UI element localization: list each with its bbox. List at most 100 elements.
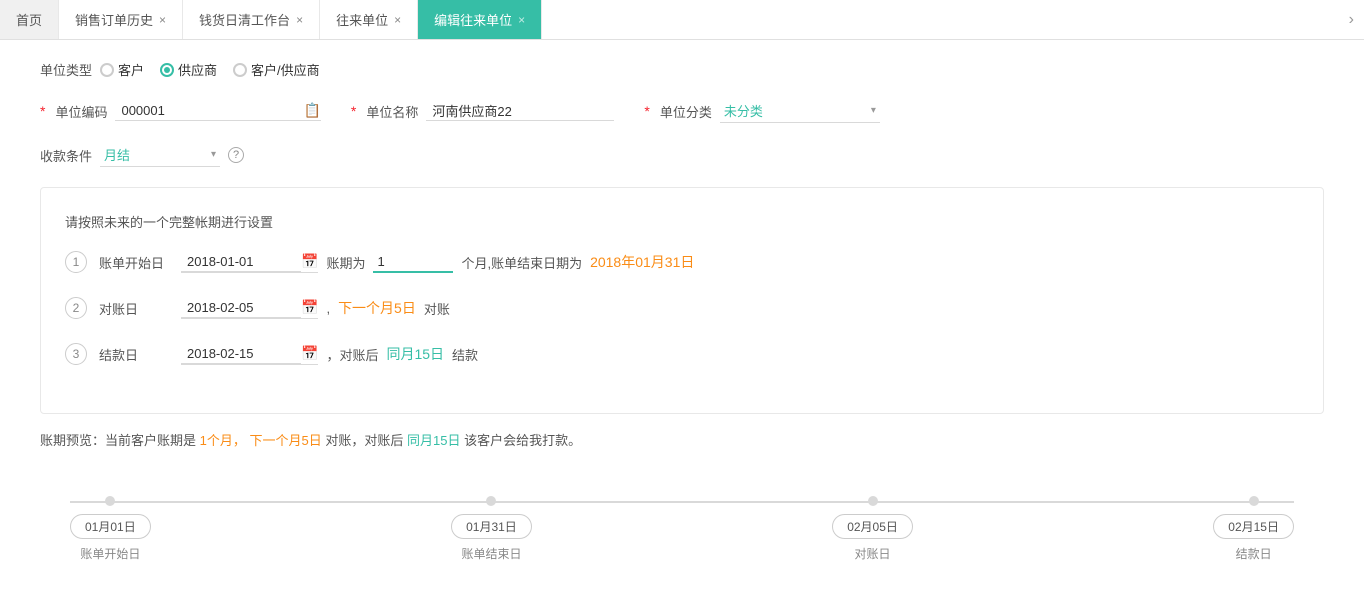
radio-supplier[interactable]: 供应商	[160, 60, 217, 79]
preview-end: 该客户会给我打款。	[464, 433, 581, 448]
tab-partner-close[interactable]: ×	[394, 13, 401, 27]
unit-name-input[interactable]	[426, 101, 614, 121]
unit-name-label: 单位名称	[366, 102, 418, 121]
radio-both-circle	[233, 63, 247, 77]
payment-value: 月结	[104, 145, 207, 164]
step-1-num: 1	[65, 251, 87, 273]
step-3-desc-suffix: 结款	[452, 345, 478, 364]
timeline-node-2: 01月31日 账单结束日	[451, 473, 532, 562]
tab-home[interactable]: 首页	[0, 0, 59, 39]
panel-title: 请按照未来的一个完整帐期进行设置	[65, 212, 1299, 231]
step-1-highlight-date: 2018年01月31日	[590, 252, 694, 272]
step-1-date-wrapper: 📅	[181, 252, 318, 273]
unit-code-icon[interactable]: 📋	[303, 102, 320, 119]
step-3-highlight: 同月15日	[386, 344, 444, 364]
radio-customer-label: 客户	[118, 60, 144, 79]
tab-bar-end-arrow[interactable]: ›	[1339, 11, 1364, 29]
step-1-period-input[interactable]	[373, 252, 453, 273]
timeline-label-1: 账单开始日	[80, 545, 140, 562]
step-2-row: 2 对账日 📅 , 下一个月5日 对账	[65, 297, 1299, 319]
timeline: 01月01日 账单开始日 01月31日 账单结束日 02月05日 对账日	[70, 473, 1294, 562]
step-2-highlight: 下一个月5日	[338, 298, 416, 318]
radio-both-label: 客户/供应商	[251, 60, 320, 79]
step-2-desc-prefix: ,	[326, 301, 330, 316]
unit-cat-chevron: ▾	[871, 105, 876, 116]
preview-mid: 对账，对账后	[325, 433, 403, 448]
step-2-label: 对账日	[99, 299, 169, 318]
preview-period: 1个月，	[200, 433, 246, 448]
tab-edit-partner-label: 编辑往来单位	[434, 10, 512, 29]
step-3-content: 📅 ，对账后 同月15日 结款	[181, 344, 478, 365]
preview-pay: 同月15日	[407, 433, 460, 448]
unit-type-label: 单位类型	[40, 60, 92, 79]
timeline-dot-1	[105, 496, 115, 506]
main-content: 单位类型 客户 供应商 客户/供应商 * 单位编码	[0, 40, 1364, 608]
step-1-desc-suffix: 个月,账单结束日期为	[461, 253, 582, 272]
timeline-node-3: 02月05日 对账日	[832, 473, 913, 562]
unit-code-input[interactable]	[115, 101, 303, 120]
tab-cash-label: 钱货日清工作台	[199, 10, 290, 29]
step-1-content: 📅 账期为 个月,账单结束日期为 2018年01月31日	[181, 252, 694, 273]
unit-type-row: 单位类型 客户 供应商 客户/供应商	[40, 60, 1324, 79]
step-1-desc-prefix: 账期为	[326, 253, 365, 272]
step-3-desc-prefix: ，对账后	[326, 345, 378, 364]
tab-sales-label: 销售订单历史	[75, 10, 153, 29]
tab-cash-work[interactable]: 钱货日清工作台 ×	[183, 0, 320, 39]
timeline-node-4: 02月15日 结款日	[1213, 473, 1294, 562]
unit-name-star: *	[351, 103, 356, 119]
timeline-label-2: 账单结束日	[461, 545, 521, 562]
unit-info-row: * 单位编码 📋 * 单位名称 * 单位分类 未分类 ▾	[40, 99, 1324, 123]
step-3-cal-icon[interactable]: 📅	[301, 345, 318, 362]
timeline-badge-4: 02月15日	[1213, 514, 1294, 539]
radio-customer[interactable]: 客户	[100, 60, 144, 79]
timeline-wrapper: 01月01日 账单开始日 01月31日 账单结束日 02月05日 对账日	[40, 473, 1324, 562]
tab-sales-history[interactable]: 销售订单历史 ×	[59, 0, 183, 39]
unit-code-field: * 单位编码 📋	[40, 101, 321, 121]
step-2-content: 📅 , 下一个月5日 对账	[181, 298, 450, 319]
step-1-row: 1 账单开始日 📅 账期为 个月,账单结束日期为 2018年01月31日	[65, 251, 1299, 273]
payment-field: 收款条件 月结 ▾ ?	[40, 143, 244, 167]
tab-sales-close[interactable]: ×	[159, 13, 166, 27]
step-3-label: 结款日	[99, 345, 169, 364]
unit-code-star: *	[40, 103, 45, 119]
unit-cat-star: *	[644, 103, 649, 119]
timeline-badge-2: 01月31日	[451, 514, 532, 539]
timeline-badge-1: 01月01日	[70, 514, 151, 539]
panel-box: 请按照未来的一个完整帐期进行设置 1 账单开始日 📅 账期为 个月,账单结束日期…	[40, 187, 1324, 414]
unit-cat-label: 单位分类	[660, 102, 712, 121]
help-icon[interactable]: ?	[228, 147, 244, 163]
unit-code-input-wrapper: 📋	[115, 101, 320, 121]
tab-partner-label: 往来单位	[336, 10, 388, 29]
step-2-cal-icon[interactable]: 📅	[301, 299, 318, 316]
timeline-dot-2	[486, 496, 496, 506]
unit-name-field: * 单位名称	[351, 101, 614, 121]
timeline-dot-4	[1249, 496, 1259, 506]
unit-category-field: * 单位分类 未分类 ▾	[644, 99, 879, 123]
step-3-date-input[interactable]	[181, 344, 301, 364]
unit-code-label: 单位编码	[55, 102, 107, 121]
step-2-date-input[interactable]	[181, 298, 301, 318]
step-3-num: 3	[65, 343, 87, 365]
preview-label: 账期预览：当前客户账期是	[40, 433, 196, 448]
step-2-num: 2	[65, 297, 87, 319]
tab-bar: 首页 销售订单历史 × 钱货日清工作台 × 往来单位 × 编辑往来单位 × ›	[0, 0, 1364, 40]
unit-cat-value: 未分类	[724, 101, 867, 120]
preview-text: 账期预览：当前客户账期是 1个月， 下一个月5日 对账，对账后 同月15日 该客…	[40, 430, 1324, 449]
payment-row: 收款条件 月结 ▾ ?	[40, 143, 1324, 167]
tab-edit-partner-close[interactable]: ×	[518, 13, 525, 27]
step-3-row: 3 结款日 📅 ，对账后 同月15日 结款	[65, 343, 1299, 365]
radio-supplier-label: 供应商	[178, 60, 217, 79]
unit-category-select[interactable]: 未分类 ▾	[720, 99, 880, 123]
tab-partner[interactable]: 往来单位 ×	[320, 0, 418, 39]
step-1-cal-icon[interactable]: 📅	[301, 253, 318, 270]
tab-edit-partner[interactable]: 编辑往来单位 ×	[418, 0, 542, 39]
step-1-date-input[interactable]	[181, 252, 301, 272]
tab-cash-close[interactable]: ×	[296, 13, 303, 27]
radio-both[interactable]: 客户/供应商	[233, 60, 320, 79]
timeline-label-3: 对账日	[855, 545, 891, 562]
payment-select[interactable]: 月结 ▾	[100, 143, 220, 167]
timeline-dot-3	[868, 496, 878, 506]
payment-label: 收款条件	[40, 146, 92, 165]
timeline-label-4: 结款日	[1236, 545, 1272, 562]
preview-reconcile: 下一个月5日	[250, 433, 322, 448]
